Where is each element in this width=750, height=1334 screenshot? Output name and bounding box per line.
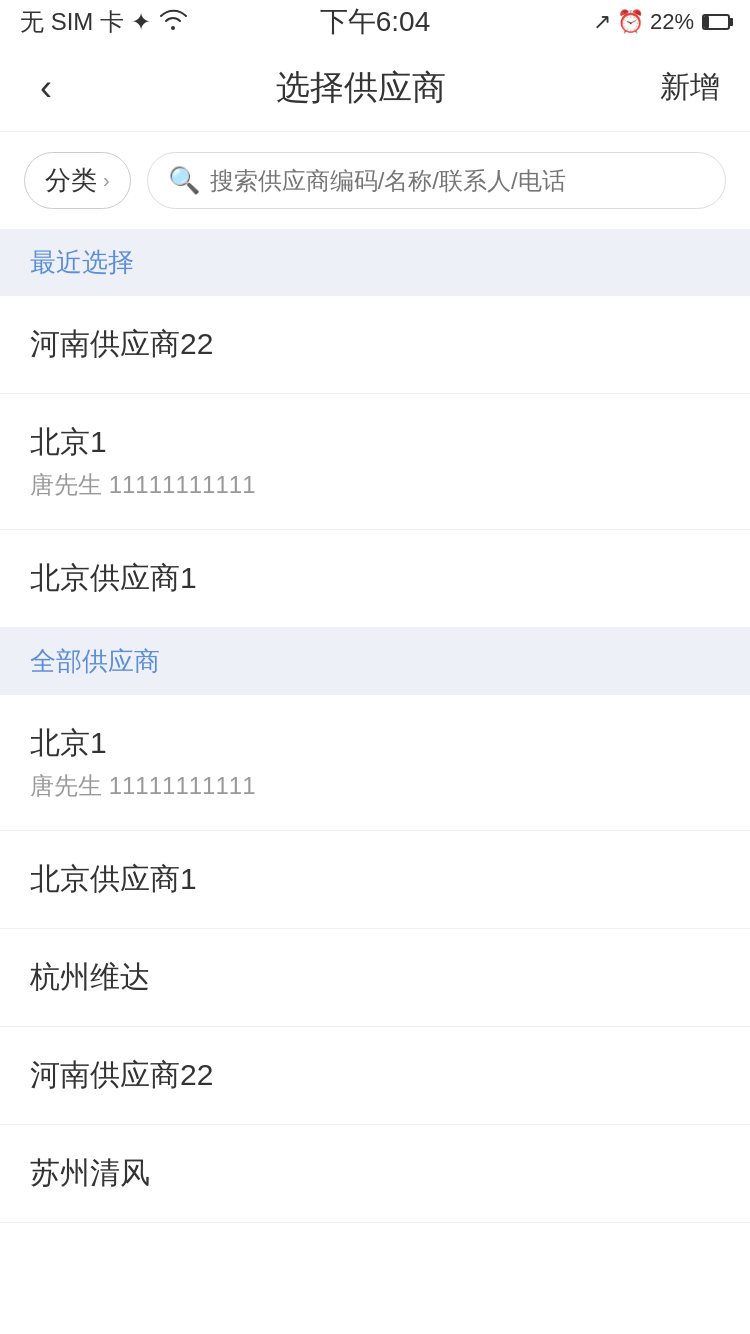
status-bar: 无 SIM 卡 ✦ 下午6:04 ↗ ⏰ 22% bbox=[0, 0, 750, 44]
item-name: 杭州维达 bbox=[30, 957, 720, 998]
all-section-header: 全部供应商 bbox=[0, 628, 750, 695]
list-item[interactable]: 北京供应商1 bbox=[0, 530, 750, 628]
list-item[interactable]: 北京供应商1 bbox=[0, 831, 750, 929]
status-right: ↗ ⏰ 22% bbox=[593, 9, 730, 35]
list-item[interactable]: 杭州维达 bbox=[0, 929, 750, 1027]
status-left: 无 SIM 卡 ✦ bbox=[20, 6, 187, 38]
search-icon: 🔍 bbox=[168, 165, 200, 196]
page-title: 选择供应商 bbox=[276, 65, 446, 111]
alarm-icon: ⏰ bbox=[617, 9, 644, 35]
search-bar: 分类 › 🔍 bbox=[0, 132, 750, 229]
recent-section-label: 最近选择 bbox=[30, 247, 134, 277]
list-item[interactable]: 河南供应商22 bbox=[0, 1027, 750, 1125]
search-input-wrapper[interactable]: 🔍 bbox=[147, 152, 726, 209]
search-input[interactable] bbox=[210, 167, 705, 195]
recent-items-list: 河南供应商22 北京1 唐先生 11111111111 北京供应商1 bbox=[0, 296, 750, 628]
location-icon: ↗ bbox=[593, 9, 611, 35]
list-item[interactable]: 河南供应商22 bbox=[0, 296, 750, 394]
all-section-label: 全部供应商 bbox=[30, 646, 160, 676]
add-button[interactable]: 新增 bbox=[660, 67, 720, 108]
item-name: 河南供应商22 bbox=[30, 1055, 720, 1096]
sim-label: 无 SIM 卡 ✦ bbox=[20, 6, 151, 38]
item-name: 北京1 bbox=[30, 723, 720, 764]
list-item[interactable]: 北京1 唐先生 11111111111 bbox=[0, 695, 750, 831]
item-name: 北京供应商1 bbox=[30, 558, 720, 599]
all-items-list: 北京1 唐先生 11111111111 北京供应商1 杭州维达 河南供应商22 … bbox=[0, 695, 750, 1223]
category-label: 分类 bbox=[45, 163, 97, 198]
item-sub: 唐先生 11111111111 bbox=[30, 770, 720, 802]
status-time: 下午6:04 bbox=[320, 3, 431, 41]
battery-icon bbox=[702, 14, 730, 30]
list-item[interactable]: 苏州清风 bbox=[0, 1125, 750, 1223]
item-name: 河南供应商22 bbox=[30, 324, 720, 365]
nav-bar: ‹ 选择供应商 新增 bbox=[0, 44, 750, 132]
item-name: 北京1 bbox=[30, 422, 720, 463]
item-name: 北京供应商1 bbox=[30, 859, 720, 900]
category-filter-button[interactable]: 分类 › bbox=[24, 152, 131, 209]
back-button[interactable]: ‹ bbox=[30, 57, 62, 119]
recent-section-header: 最近选择 bbox=[0, 229, 750, 296]
wifi-icon bbox=[159, 8, 187, 36]
item-sub: 唐先生 11111111111 bbox=[30, 469, 720, 501]
item-name: 苏州清风 bbox=[30, 1153, 720, 1194]
list-item[interactable]: 北京1 唐先生 11111111111 bbox=[0, 394, 750, 530]
chevron-right-icon: › bbox=[103, 169, 110, 192]
battery-percent: 22% bbox=[650, 9, 694, 35]
